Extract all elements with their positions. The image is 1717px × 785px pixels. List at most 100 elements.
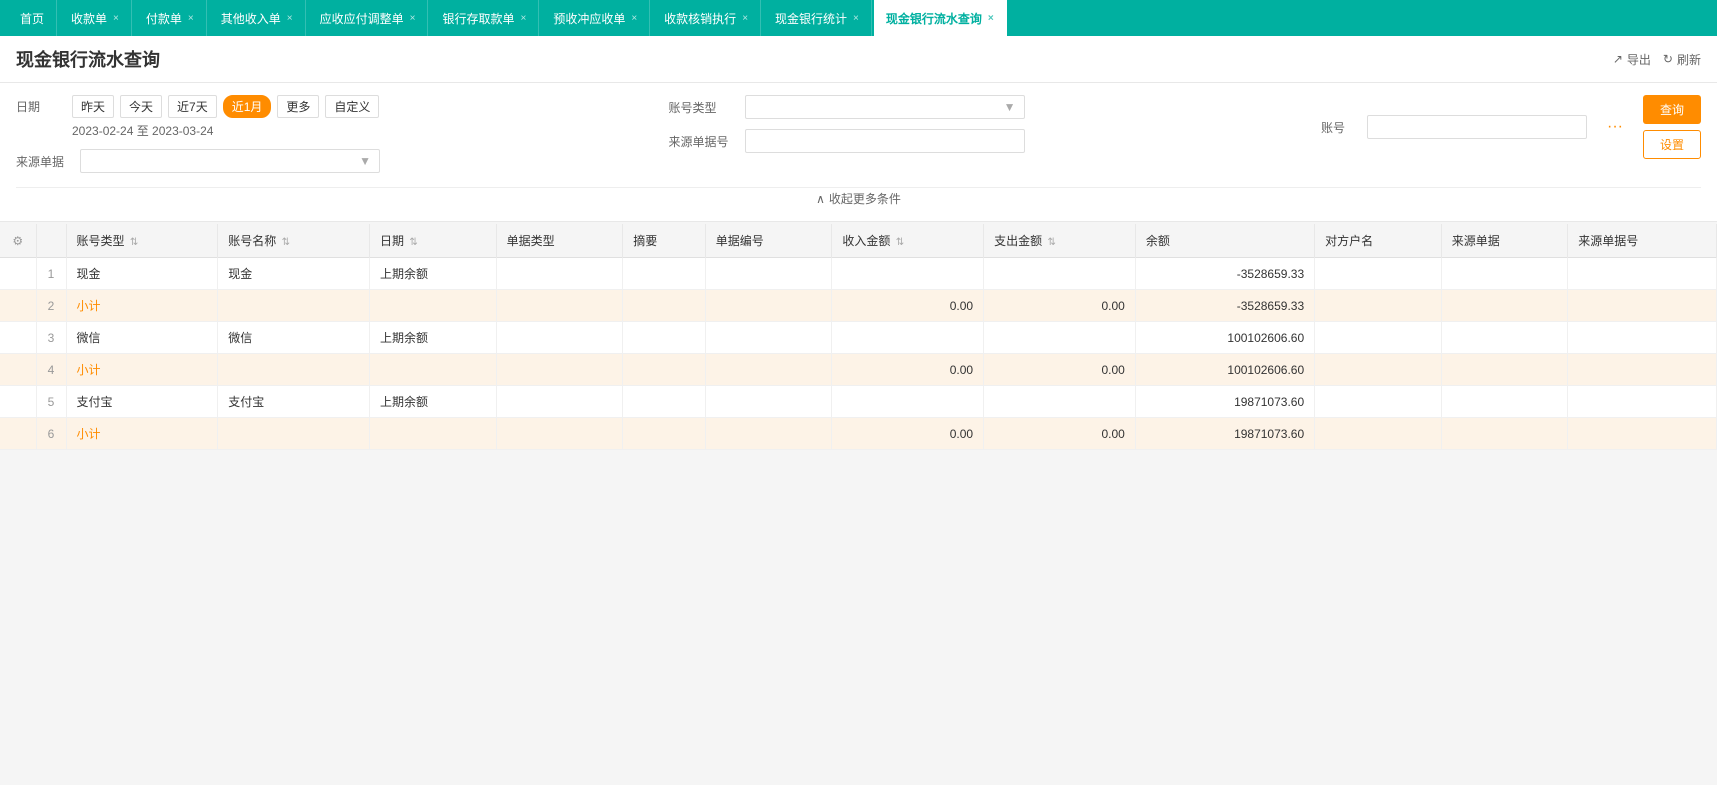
table-cell — [984, 258, 1136, 290]
nav-tab-3[interactable]: 应收应付调整单 × — [308, 0, 429, 36]
date-options: 昨天 今天 近7天 近1月 更多 自定义 — [72, 95, 379, 118]
close-icon[interactable]: × — [113, 13, 119, 24]
close-icon[interactable]: × — [188, 13, 194, 24]
table-cell — [1441, 258, 1568, 290]
source-doc-num-label: 来源单据号 — [669, 133, 729, 150]
nav-tab-5[interactable]: 预收冲应收单 × — [541, 0, 650, 36]
top-navigation: 首页 收款单 × 付款单 × 其他收入单 × 应收应付调整单 × 银行存取款单 … — [0, 0, 1717, 36]
table-cell — [0, 290, 36, 322]
data-table-container: ⚙ 账号类型 ⇅ 账号名称 ⇅ 日期 ⇅ 单据类型 摘要 单据编号 — [0, 224, 1717, 450]
table-cell — [1315, 258, 1442, 290]
table-cell: 2 — [36, 290, 66, 322]
filter-row-daterange: 2023-02-24 至 2023-03-24 — [72, 122, 645, 139]
table-cell: 1 — [36, 258, 66, 290]
more-options-icon[interactable]: ··· — [1603, 118, 1627, 136]
col-expense[interactable]: 支出金额 ⇅ — [984, 224, 1136, 258]
table-cell — [1315, 386, 1442, 418]
table-row: 5支付宝支付宝上期余额19871073.60 — [0, 386, 1717, 418]
table-cell: 支付宝 — [218, 386, 370, 418]
close-icon[interactable]: × — [410, 13, 416, 24]
close-icon[interactable]: × — [742, 13, 748, 24]
nav-tab-label-1: 付款单 — [146, 10, 182, 27]
action-buttons: 查询 设置 — [1643, 95, 1701, 159]
table-cell — [1315, 322, 1442, 354]
date-range-display: 2023-02-24 至 2023-03-24 — [72, 122, 213, 139]
source-doc-select[interactable]: ▼ — [80, 149, 380, 173]
account-type-label: 账号类型 — [669, 99, 729, 116]
refresh-button[interactable]: ↻ 刷新 — [1663, 51, 1701, 68]
date-today[interactable]: 今天 — [120, 95, 162, 118]
col-counterpart: 对方户名 — [1315, 224, 1442, 258]
data-table: ⚙ 账号类型 ⇅ 账号名称 ⇅ 日期 ⇅ 单据类型 摘要 单据编号 — [0, 224, 1717, 450]
col-income[interactable]: 收入金额 ⇅ — [832, 224, 984, 258]
table-cell — [705, 322, 832, 354]
date-custom[interactable]: 自定义 — [325, 95, 379, 118]
nav-tab-2[interactable]: 其他收入单 × — [209, 0, 306, 36]
table-cell — [984, 386, 1136, 418]
account-label: 账号 — [1321, 119, 1351, 136]
chevron-down-icon: ▼ — [1004, 100, 1016, 114]
table-cell — [0, 322, 36, 354]
account-input[interactable] — [1367, 115, 1587, 139]
table-row: 4小计0.000.00100102606.60 — [0, 354, 1717, 386]
nav-tab-4[interactable]: 银行存取款单 × — [430, 0, 539, 36]
date-yesterday[interactable]: 昨天 — [72, 95, 114, 118]
table-cell — [1441, 386, 1568, 418]
export-icon: ↗ — [1613, 52, 1623, 66]
date-more[interactable]: 更多 — [277, 95, 319, 118]
table-cell — [623, 290, 706, 322]
col-row-num — [36, 224, 66, 258]
collapse-button[interactable]: ∧ 收起更多条件 — [16, 187, 1701, 209]
table-cell — [496, 258, 623, 290]
close-icon[interactable]: × — [853, 13, 859, 24]
table-cell — [496, 418, 623, 450]
table-cell — [705, 386, 832, 418]
table-cell — [496, 290, 623, 322]
filter-row-date: 日期 昨天 今天 近7天 近1月 更多 自定义 — [16, 95, 645, 118]
close-icon[interactable]: × — [287, 13, 293, 24]
table-cell — [832, 386, 984, 418]
table-cell: 5 — [36, 386, 66, 418]
table-cell — [1568, 322, 1717, 354]
close-icon[interactable]: × — [631, 13, 637, 24]
close-icon[interactable]: × — [988, 13, 994, 24]
date-7days[interactable]: 近7天 — [168, 95, 217, 118]
table-cell — [0, 386, 36, 418]
table-cell — [832, 322, 984, 354]
col-source-doc: 来源单据 — [1441, 224, 1568, 258]
sort-icon: ⇅ — [1047, 237, 1055, 248]
nav-tab-label-2: 其他收入单 — [221, 10, 281, 27]
gear-icon[interactable]: ⚙ — [12, 234, 23, 248]
nav-tab-label-7: 现金银行统计 — [775, 10, 847, 27]
table-cell — [496, 354, 623, 386]
nav-tab-label-0: 收款单 — [71, 10, 107, 27]
table-cell — [623, 354, 706, 386]
nav-tab-home[interactable]: 首页 — [8, 0, 57, 36]
date-1month[interactable]: 近1月 — [223, 95, 272, 118]
table-cell — [0, 258, 36, 290]
nav-tab-6[interactable]: 收款核销执行 × — [652, 0, 761, 36]
col-account-name[interactable]: 账号名称 ⇅ — [218, 224, 370, 258]
table-cell: 100102606.60 — [1135, 322, 1314, 354]
col-date[interactable]: 日期 ⇅ — [370, 224, 497, 258]
nav-tab-1[interactable]: 付款单 × — [134, 0, 207, 36]
col-settings[interactable]: ⚙ — [0, 224, 36, 258]
table-header-row: ⚙ 账号类型 ⇅ 账号名称 ⇅ 日期 ⇅ 单据类型 摘要 单据编号 — [0, 224, 1717, 258]
col-account-type[interactable]: 账号类型 ⇅ — [66, 224, 218, 258]
table-cell: 现金 — [218, 258, 370, 290]
account-type-select[interactable]: ▼ — [745, 95, 1025, 119]
table-cell: 0.00 — [984, 290, 1136, 322]
table-cell: 19871073.60 — [1135, 418, 1314, 450]
export-button[interactable]: ↗ 导出 — [1613, 51, 1651, 68]
nav-tab-8[interactable]: 现金银行流水查询 × — [874, 0, 1007, 36]
settings-button[interactable]: 设置 — [1643, 130, 1701, 159]
query-button[interactable]: 查询 — [1643, 95, 1701, 124]
nav-tab-0[interactable]: 收款单 × — [59, 0, 132, 36]
table-cell — [1441, 290, 1568, 322]
col-account-type-label: 账号类型 — [77, 234, 125, 248]
close-icon[interactable]: × — [520, 13, 526, 24]
table-cell — [1568, 258, 1717, 290]
table-cell — [1568, 418, 1717, 450]
nav-tab-7[interactable]: 现金银行统计 × — [763, 0, 872, 36]
source-doc-num-input[interactable] — [745, 129, 1025, 153]
